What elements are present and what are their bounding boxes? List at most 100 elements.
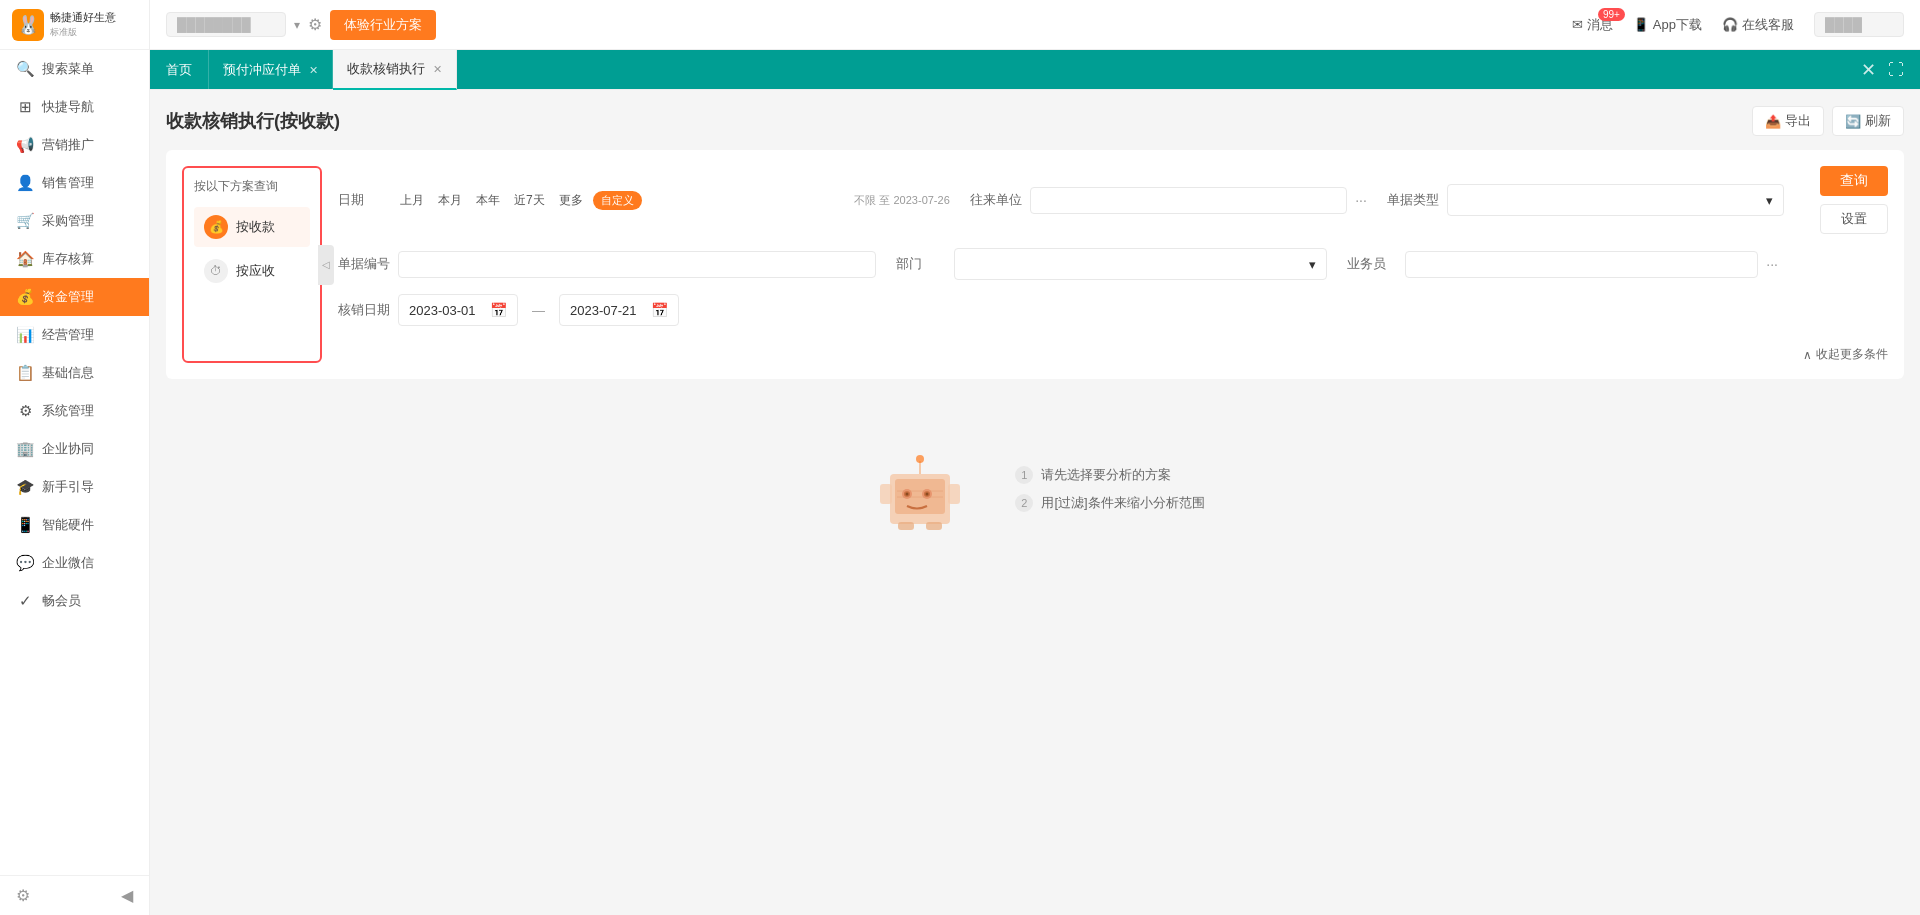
counterparty-input[interactable]: [1030, 187, 1347, 214]
empty-hints: 1 请先选择要分析的方案 2 用[过滤]条件来缩小分析范围: [1015, 466, 1204, 512]
writeoff-date-start-value: 2023-03-01: [409, 303, 476, 318]
sidebar-item-vip[interactable]: ✓ 畅会员: [0, 582, 149, 620]
sidebar-item-basic-info[interactable]: 📋 基础信息: [0, 354, 149, 392]
filter-row-2: 单据编号 部门 ▾ 业务员 ···: [338, 248, 1888, 280]
date-7days-btn[interactable]: 近7天: [510, 190, 549, 211]
sidebar-item-sales[interactable]: 👤 销售管理: [0, 164, 149, 202]
topbar-arrow-icon[interactable]: ▾: [294, 18, 300, 32]
sidebar-item-enterprise[interactable]: 🏢 企业协同: [0, 430, 149, 468]
sidebar-item-guide[interactable]: 🎓 新手引导: [0, 468, 149, 506]
date-last-month-btn[interactable]: 上月: [396, 190, 428, 211]
counterparty-dots[interactable]: ···: [1355, 192, 1367, 208]
writeoff-date-end-input[interactable]: 2023-07-21 📅: [559, 294, 679, 326]
messages-item[interactable]: ✉ 消息 99+: [1572, 16, 1613, 34]
app-download-label: App下载: [1653, 16, 1702, 34]
sidebar-item-label: 搜索菜单: [42, 60, 94, 78]
sidebar-item-system[interactable]: ⚙ 系统管理: [0, 392, 149, 430]
sidebar-item-smart-hw[interactable]: 📱 智能硬件: [0, 506, 149, 544]
sidebar: 🐰 畅捷通好生意 标准版 🔍 搜索菜单 ⊞ 快捷导航 📢 营销推广 👤 销售管理…: [0, 0, 150, 915]
sidebar-item-label: 采购管理: [42, 212, 94, 230]
filter-row-1: 日期 上月 本月 本年 近7天 更多 自定义 不限 至 2023-07-26 往…: [338, 166, 1888, 234]
industry-btn[interactable]: 体验行业方案: [330, 10, 436, 40]
app-download-item[interactable]: 📱 App下载: [1633, 16, 1702, 34]
logo-icon: 🐰: [12, 9, 44, 41]
collapse-sidebar-icon[interactable]: ◀: [121, 886, 133, 905]
salesperson-dots[interactable]: ···: [1766, 256, 1778, 272]
sidebar-item-business[interactable]: 📊 经营管理: [0, 316, 149, 354]
salesperson-input[interactable]: [1405, 251, 1758, 278]
sidebar-item-label: 新手引导: [42, 478, 94, 496]
salesperson-label: 业务员: [1347, 255, 1397, 273]
sidebar-item-label: 营销推广: [42, 136, 94, 154]
writeoff-date-start-input[interactable]: 2023-03-01 📅: [398, 294, 518, 326]
topbar-gear-icon[interactable]: ⚙: [308, 15, 322, 34]
finance-icon: 💰: [16, 288, 34, 306]
filter-option-by-receipt[interactable]: 💰 按收款: [194, 207, 310, 247]
counterparty-label: 往来单位: [970, 191, 1022, 209]
sidebar-item-label: 企业协同: [42, 440, 94, 458]
date-this-month-btn[interactable]: 本月: [434, 190, 466, 211]
receipt-option-icon: 💰: [204, 215, 228, 239]
refresh-button[interactable]: 🔄 刷新: [1832, 106, 1904, 136]
date-custom-badge[interactable]: 自定义: [593, 191, 642, 210]
purchase-icon: 🛒: [16, 212, 34, 230]
bill-type-select[interactable]: ▾: [1447, 184, 1784, 216]
date-range-display: 不限 至 2023-07-26: [854, 193, 949, 208]
department-select[interactable]: ▾: [954, 248, 1327, 280]
sidebar-item-wechat[interactable]: 💬 企业微信: [0, 544, 149, 582]
collapse-more-btn[interactable]: ∧ 收起更多条件: [338, 340, 1888, 363]
sidebar-item-label: 基础信息: [42, 364, 94, 382]
hint-num-2: 2: [1015, 494, 1033, 512]
tab-collection-close[interactable]: ✕: [433, 63, 442, 76]
date-this-year-btn[interactable]: 本年: [472, 190, 504, 211]
empty-illustration: [865, 439, 975, 539]
wechat-icon: 💬: [16, 554, 34, 572]
date-field: 日期 上月 本月 本年 近7天 更多 自定义: [338, 190, 834, 211]
logo-text: 畅捷通好生意: [50, 10, 116, 25]
sidebar-item-search[interactable]: 🔍 搜索菜单: [0, 50, 149, 88]
tabbar-expand-icon[interactable]: ⛶: [1888, 61, 1904, 79]
sidebar-item-finance[interactable]: 💰 资金管理: [0, 278, 149, 316]
empty-hint-2: 2 用[过滤]条件来缩小分析范围: [1015, 494, 1204, 512]
tab-prepay-label: 预付冲应付单: [223, 61, 301, 79]
guide-icon: 🎓: [16, 478, 34, 496]
receivable-option-icon: ⏱: [204, 259, 228, 283]
messages-badge: 99+: [1598, 8, 1625, 21]
sidebar-item-marketing[interactable]: 📢 营销推广: [0, 126, 149, 164]
tabbar-close-icon[interactable]: ✕: [1861, 59, 1876, 81]
empty-state: 1 请先选择要分析的方案 2 用[过滤]条件来缩小分析范围: [166, 379, 1904, 599]
svg-rect-13: [926, 522, 942, 530]
settings-icon[interactable]: ⚙: [16, 886, 30, 905]
filter-collapse-button[interactable]: ◁: [318, 245, 334, 285]
department-field: 部门 ▾: [896, 248, 1327, 280]
tab-prepay-close[interactable]: ✕: [309, 64, 318, 77]
online-service-label: 在线客服: [1742, 16, 1794, 34]
refresh-icon: 🔄: [1845, 114, 1861, 129]
export-button[interactable]: 📤 导出: [1752, 106, 1824, 136]
query-button[interactable]: 查询: [1820, 166, 1888, 196]
online-service-item[interactable]: 🎧 在线客服: [1722, 16, 1794, 34]
marketing-icon: 📢: [16, 136, 34, 154]
user-info: ████: [1814, 12, 1904, 37]
sidebar-item-quick-nav[interactable]: ⊞ 快捷导航: [0, 88, 149, 126]
receipt-option-label: 按收款: [236, 218, 275, 236]
export-label: 导出: [1785, 112, 1811, 130]
collapse-more-label: 收起更多条件: [1816, 346, 1888, 363]
sidebar-item-purchase[interactable]: 🛒 采购管理: [0, 202, 149, 240]
tab-collection[interactable]: 收款核销执行 ✕: [333, 50, 457, 90]
system-icon: ⚙: [16, 402, 34, 420]
tab-prepay[interactable]: 预付冲应付单 ✕: [209, 50, 333, 90]
headset-icon: 🎧: [1722, 17, 1738, 32]
sidebar-item-label: 企业微信: [42, 554, 94, 572]
filter-option-by-receivable[interactable]: ⏱ 按应收: [194, 251, 310, 291]
writeoff-date-field: 核销日期 2023-03-01 📅 — 2023-07-21 📅: [338, 294, 884, 326]
svg-rect-12: [898, 522, 914, 530]
sidebar-item-inventory[interactable]: 🏠 库存核算: [0, 240, 149, 278]
topbar-right: ✉ 消息 99+ 📱 App下载 🎧 在线客服 ████: [1572, 12, 1904, 37]
bill-no-label: 单据编号: [338, 255, 390, 273]
tab-home[interactable]: 首页: [150, 50, 209, 90]
date-more-btn[interactable]: 更多: [555, 190, 587, 211]
bill-no-input[interactable]: [398, 251, 876, 278]
settings-button[interactable]: 设置: [1820, 204, 1888, 234]
basic-info-icon: 📋: [16, 364, 34, 382]
